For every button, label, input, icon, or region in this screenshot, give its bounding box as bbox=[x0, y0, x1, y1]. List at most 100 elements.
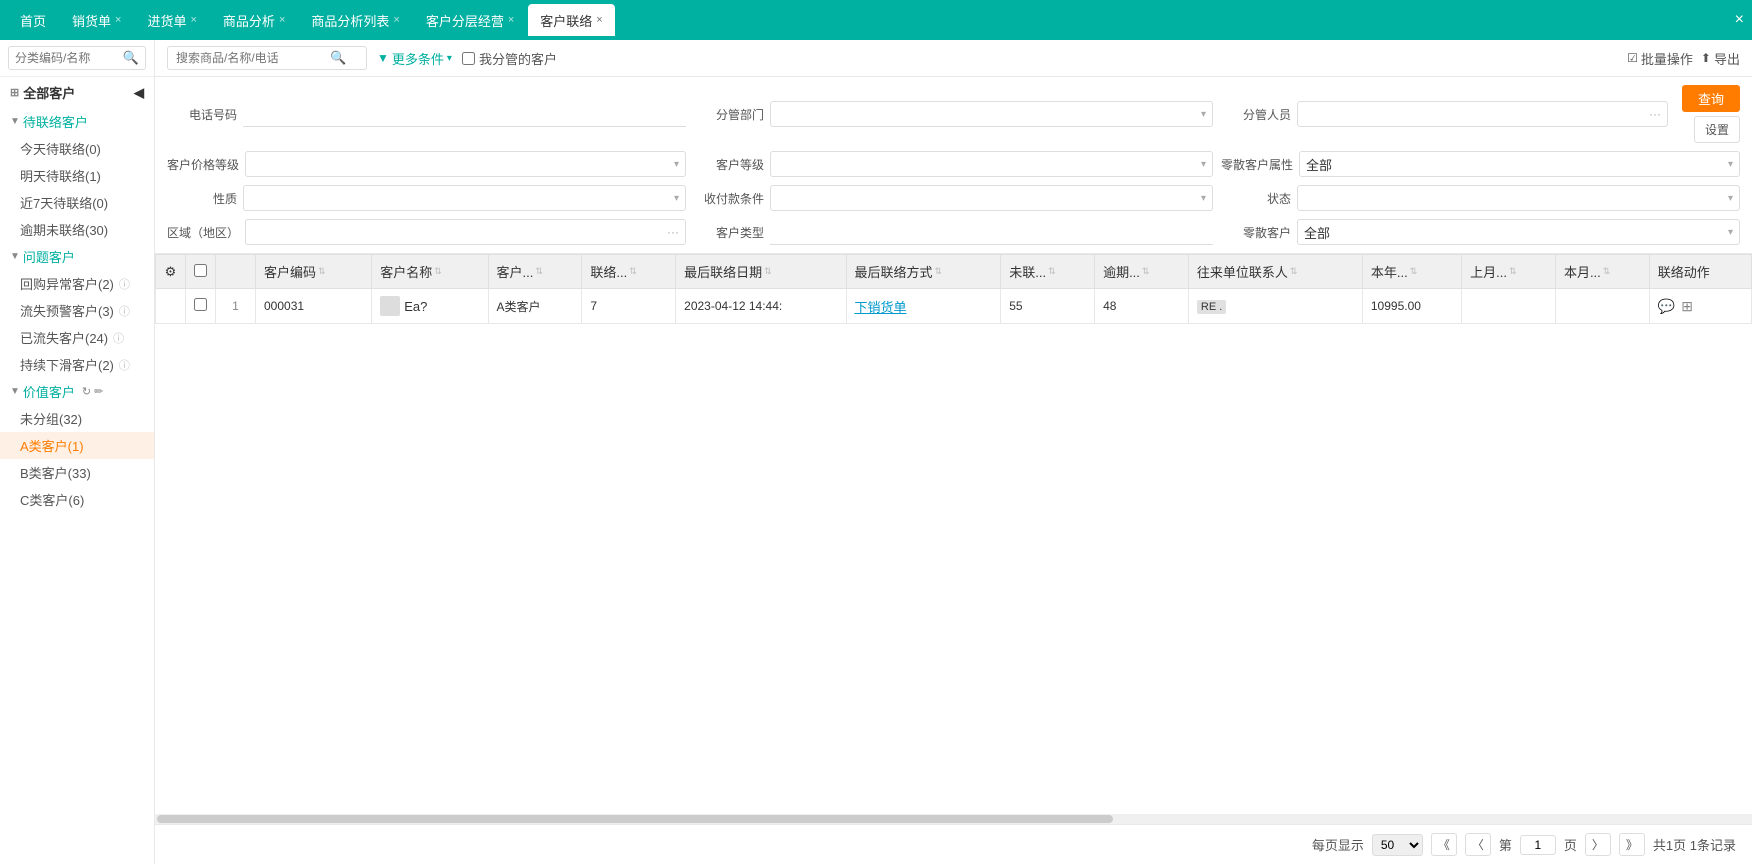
manager-input[interactable]: ··· bbox=[1297, 101, 1668, 127]
row-last-method[interactable]: 下销货单 bbox=[846, 289, 1001, 324]
phone-input[interactable] bbox=[243, 101, 686, 127]
col-last-month[interactable]: 上月... ⇅ bbox=[1462, 255, 1556, 289]
col-contacts2[interactable]: 往来单位联系人 ⇅ bbox=[1188, 255, 1362, 289]
close-all-tabs[interactable]: × bbox=[1735, 11, 1744, 29]
sidebar-search-box[interactable]: 🔍 bbox=[8, 46, 146, 70]
retail-attr-select[interactable]: 全部▾ bbox=[1299, 151, 1740, 177]
col-uncontacted[interactable]: 未联... ⇅ bbox=[1001, 255, 1095, 289]
sidebar-item-churn-warning[interactable]: 流失预警客户(3) ⓘ bbox=[0, 297, 154, 324]
sidebar-item-7days[interactable]: 近7天待联络(0) bbox=[0, 189, 154, 216]
sidebar-item-class-b[interactable]: B类客户(33) bbox=[0, 459, 154, 486]
collapse-sidebar-btn[interactable]: ◀ bbox=[134, 85, 144, 101]
col-checkbox[interactable] bbox=[186, 255, 216, 289]
col-settings[interactable]: ⚙ bbox=[156, 255, 186, 289]
batch-operation-btn[interactable]: ☑ 批量操作 bbox=[1627, 49, 1693, 68]
sidebar-search-input[interactable] bbox=[15, 51, 119, 65]
sidebar-item-today[interactable]: 今天待联络(0) bbox=[0, 135, 154, 162]
sidebar-item-class-a[interactable]: A类客户(1) bbox=[0, 432, 154, 459]
prev-page-btn[interactable]: 〈 bbox=[1465, 833, 1491, 856]
sort-type[interactable]: ⇅ bbox=[535, 266, 543, 277]
last-method-link[interactable]: 下销货单 bbox=[855, 300, 907, 315]
col-name[interactable]: 客户名称 ⇅ bbox=[372, 255, 488, 289]
export-btn[interactable]: ⬆ 导出 bbox=[1701, 49, 1740, 68]
col-this-month[interactable]: 本月... ⇅ bbox=[1555, 255, 1649, 289]
settings-button[interactable]: 设置 bbox=[1694, 116, 1740, 143]
search-box[interactable]: 🔍 bbox=[167, 46, 367, 70]
col-last-method[interactable]: 最后联络方式 ⇅ bbox=[846, 255, 1001, 289]
col-contacts[interactable]: 联络... ⇅ bbox=[582, 255, 676, 289]
region-input[interactable]: ··· bbox=[245, 219, 686, 245]
select-all-checkbox[interactable] bbox=[194, 264, 207, 277]
horizontal-scrollbar[interactable] bbox=[155, 814, 1752, 824]
close-sales-tab[interactable]: × bbox=[115, 14, 121, 26]
per-page-select[interactable]: 50 100 200 bbox=[1372, 834, 1423, 856]
nav-home[interactable]: 首页 bbox=[8, 11, 58, 30]
sidebar-item-class-c[interactable]: C类客户(6) bbox=[0, 486, 154, 513]
query-button[interactable]: 查询 bbox=[1682, 85, 1740, 112]
sort-name[interactable]: ⇅ bbox=[434, 266, 442, 277]
customer-type-input[interactable] bbox=[770, 219, 1213, 245]
customer-level-select[interactable]: ▾ bbox=[770, 151, 1213, 177]
qr-icon[interactable]: ⊞ bbox=[1681, 298, 1693, 315]
nav-tab-customer-contact[interactable]: 客户联络 × bbox=[528, 4, 614, 36]
col-type[interactable]: 客户... ⇅ bbox=[488, 255, 582, 289]
sidebar-item-repurchase[interactable]: 回购异常客户(2) ⓘ bbox=[0, 270, 154, 297]
settings-icon[interactable]: ⚙ bbox=[165, 264, 177, 279]
retail-attr-arrow: ▾ bbox=[1728, 159, 1733, 170]
sidebar-item-ungrouped[interactable]: 未分组(32) bbox=[0, 405, 154, 432]
sort-code[interactable]: ⇅ bbox=[318, 266, 326, 277]
refresh-icon[interactable]: ↻ bbox=[82, 385, 91, 398]
nav-tab-purchase[interactable]: 进货单 × bbox=[135, 4, 208, 36]
sidebar-item-overdue[interactable]: 逾期未联络(30) bbox=[0, 216, 154, 243]
close-analysis-tab[interactable]: × bbox=[279, 14, 285, 26]
row-select[interactable] bbox=[194, 298, 207, 311]
col-code[interactable]: 客户编码 ⇅ bbox=[256, 255, 372, 289]
nature-select[interactable]: ▾ bbox=[243, 185, 686, 211]
first-page-btn[interactable]: 《 bbox=[1431, 833, 1457, 856]
sort-last-month[interactable]: ⇅ bbox=[1509, 266, 1517, 277]
page-number-input[interactable] bbox=[1520, 835, 1556, 855]
chat-icon[interactable]: 💬 bbox=[1658, 298, 1675, 315]
col-last-date[interactable]: 最后联络日期 ⇅ bbox=[676, 255, 846, 289]
my-customers-checkbox[interactable]: 我分管的客户 bbox=[462, 49, 557, 68]
nav-tab-sales[interactable]: 销货单 × bbox=[60, 4, 133, 36]
row-checkbox[interactable] bbox=[186, 289, 216, 324]
col-overdue[interactable]: 逾期... ⇅ bbox=[1095, 255, 1189, 289]
sort-contacts2[interactable]: ⇅ bbox=[1290, 266, 1298, 277]
sort-overdue[interactable]: ⇅ bbox=[1142, 266, 1150, 277]
retail-customer-select[interactable]: 全部▾ bbox=[1297, 219, 1740, 245]
payment-select[interactable]: ▾ bbox=[770, 185, 1213, 211]
sort-this-year[interactable]: ⇅ bbox=[1410, 266, 1418, 277]
dept-select[interactable]: ▾ bbox=[770, 101, 1213, 127]
sidebar-item-tomorrow[interactable]: 明天待联络(1) bbox=[0, 162, 154, 189]
sidebar-item-churned[interactable]: 已流失客户(24) ⓘ bbox=[0, 324, 154, 351]
sort-last-date[interactable]: ⇅ bbox=[764, 266, 772, 277]
sidebar-item-declining[interactable]: 持续下滑客户(2) ⓘ bbox=[0, 351, 154, 378]
price-level-select[interactable]: ▾ bbox=[245, 151, 686, 177]
main-search-input[interactable] bbox=[176, 51, 326, 65]
sort-this-month[interactable]: ⇅ bbox=[1603, 266, 1611, 277]
status-select[interactable]: ▾ bbox=[1297, 185, 1740, 211]
sort-contacts[interactable]: ⇅ bbox=[629, 266, 637, 277]
sort-last-method[interactable]: ⇅ bbox=[935, 266, 943, 277]
close-contact-tab[interactable]: × bbox=[596, 14, 602, 26]
close-segment-tab[interactable]: × bbox=[508, 14, 514, 26]
edit-icon[interactable]: ✏ bbox=[94, 385, 103, 398]
nav-tab-analysis[interactable]: 商品分析 × bbox=[211, 4, 297, 36]
sidebar-all-customers[interactable]: ⊞ 全部客户 ◀ bbox=[0, 77, 154, 108]
sidebar-section-problem[interactable]: ▼ 问题客户 bbox=[0, 243, 154, 270]
next-page-btn[interactable]: 〉 bbox=[1585, 833, 1611, 856]
nav-tab-analysis-list[interactable]: 商品分析列表 × bbox=[299, 4, 411, 36]
sidebar-section-pending[interactable]: ▼ 待联络客户 bbox=[0, 108, 154, 135]
close-analysis-list-tab[interactable]: × bbox=[393, 14, 399, 26]
close-purchase-tab[interactable]: × bbox=[190, 14, 196, 26]
sidebar-section-value[interactable]: ▼ 价值客户 ↻ ✏ bbox=[0, 378, 154, 405]
more-conditions-btn[interactable]: ▼ 更多条件 ▾ bbox=[377, 49, 452, 68]
col-this-year[interactable]: 本年... ⇅ bbox=[1362, 255, 1461, 289]
my-customers-check[interactable] bbox=[462, 52, 475, 65]
scroll-thumb[interactable] bbox=[157, 815, 1113, 823]
last-page-btn[interactable]: 》 bbox=[1619, 833, 1645, 856]
nav-tab-customer-segment[interactable]: 客户分层经营 × bbox=[414, 4, 526, 36]
sort-uncontacted[interactable]: ⇅ bbox=[1048, 266, 1056, 277]
col-index bbox=[216, 255, 256, 289]
